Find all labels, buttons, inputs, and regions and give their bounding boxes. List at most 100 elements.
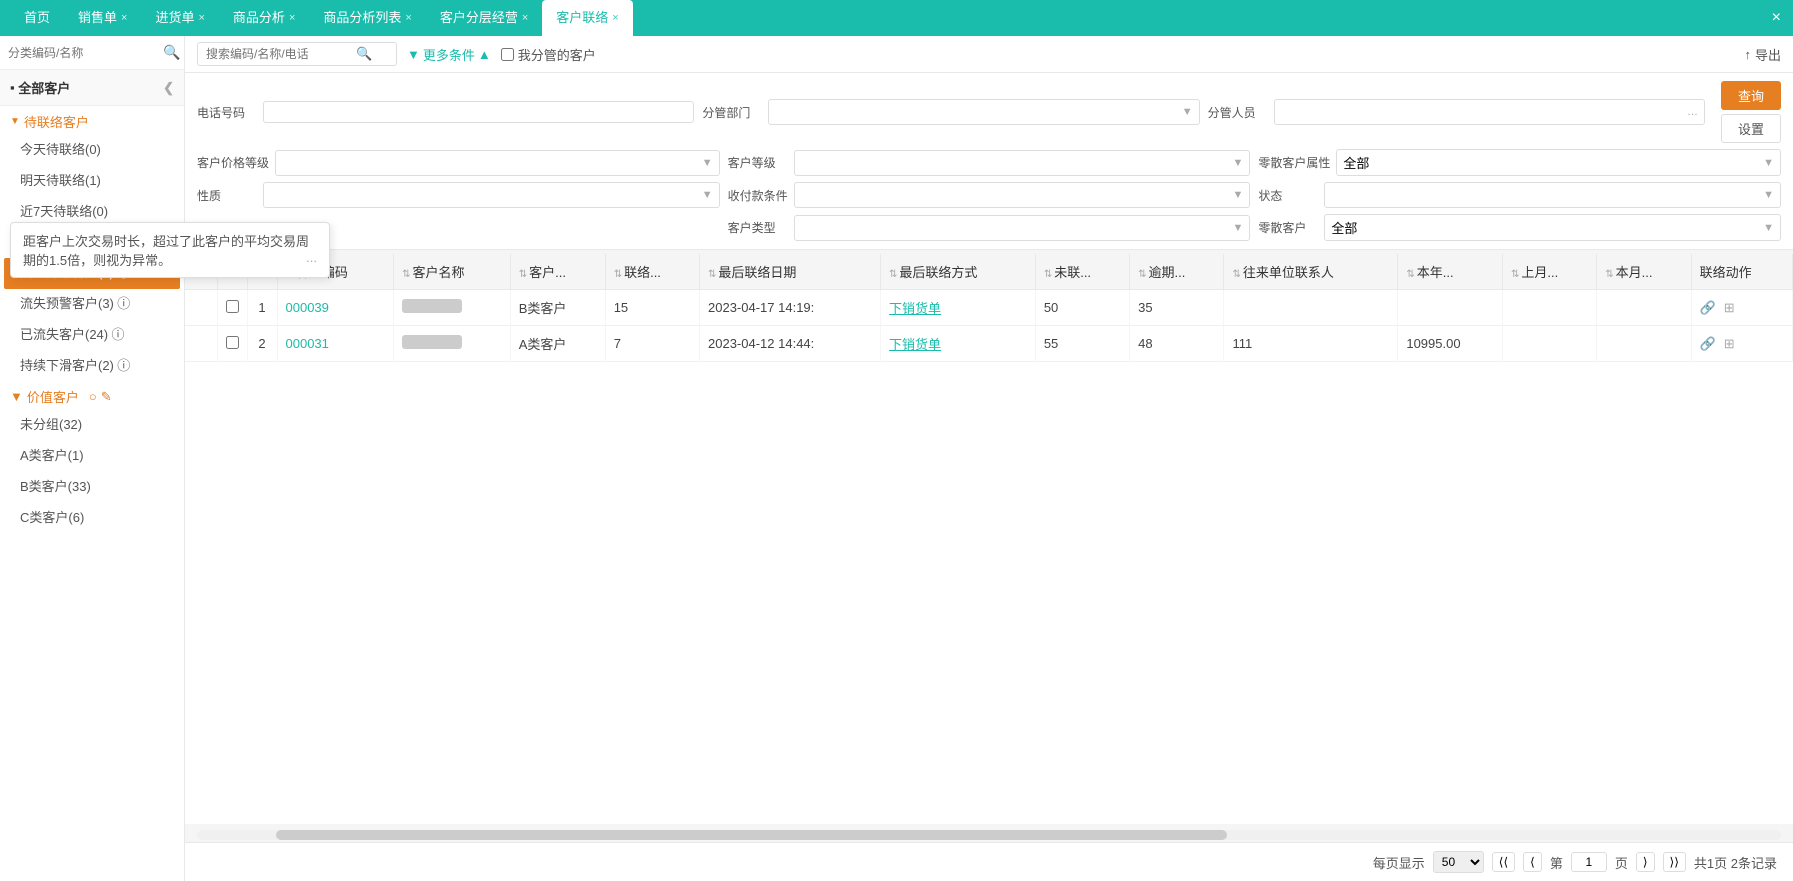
- sidebar-item-tomorrow[interactable]: 明天待联络(1): [0, 166, 184, 197]
- nav-purchase-order[interactable]: 进货单 ×: [141, 0, 218, 36]
- customer-type-arrow: ▼: [1232, 222, 1243, 234]
- customer-level-arrow: ▼: [1232, 157, 1243, 169]
- row1-no-contact: 50: [1035, 290, 1129, 326]
- sidebar-item-a-class[interactable]: A类客户(1): [0, 441, 184, 472]
- my-customers-checkbox[interactable]: [501, 48, 514, 61]
- row2-action-icons: 🔗 ⊞: [1700, 336, 1784, 352]
- row1-code[interactable]: 000039: [277, 290, 394, 326]
- customer-level-select[interactable]: ▼: [794, 150, 1251, 176]
- nav-close-purchase[interactable]: ×: [198, 0, 204, 36]
- nav-close-product-list[interactable]: ×: [405, 0, 411, 36]
- nav-close-tiering[interactable]: ×: [522, 0, 528, 36]
- filter-bar: 🔍 ▼ 更多条件 ▲ 我分管的客户 ↑ 导出: [185, 36, 1793, 73]
- row1-select[interactable]: [226, 300, 239, 313]
- col-unit-contact: 往来单位联系人: [1224, 254, 1398, 290]
- sidebar-item-churn-warning[interactable]: 流失预警客户(3) ⓘ: [0, 289, 184, 320]
- gender-arrow: ▼: [702, 189, 713, 201]
- filter-btn-group: 查询 设置: [1721, 81, 1781, 143]
- row1-type: B类客户: [510, 290, 605, 326]
- per-page-select[interactable]: 50 20 100: [1433, 851, 1484, 873]
- payment-select[interactable]: ▼: [794, 182, 1251, 208]
- sidebar-item-b-class[interactable]: B类客户(33): [0, 472, 184, 503]
- retail-attr-select[interactable]: 全部 ▼: [1336, 149, 1781, 176]
- page-label: 第: [1550, 853, 1563, 872]
- filter-row-1: 电话号码 分管部门 ▼ 分管人员 …: [197, 81, 1781, 143]
- row2-code[interactable]: 000031: [277, 326, 394, 362]
- row2-select[interactable]: [226, 336, 239, 349]
- dept-label: 分管部门: [702, 104, 762, 121]
- row2-actions: 🔗 ⊞: [1691, 326, 1792, 362]
- dept-select[interactable]: ▼: [768, 99, 1199, 125]
- price-level-arrow: ▼: [702, 157, 713, 169]
- manager-select[interactable]: …: [1274, 99, 1705, 125]
- col-last-contact-method: 最后联络方式: [881, 254, 1036, 290]
- sidebar-search-icon: 🔍: [163, 44, 180, 61]
- row2-method-link[interactable]: 下销货单: [889, 337, 941, 352]
- row2-unit-contact: 111: [1224, 326, 1398, 362]
- edit-icon[interactable]: ✎: [101, 389, 112, 405]
- nav-product-analysis[interactable]: 商品分析 ×: [219, 0, 309, 36]
- page-input[interactable]: [1571, 852, 1607, 872]
- filter-cell-dept: 分管部门 ▼: [702, 99, 1199, 125]
- window-close-button[interactable]: ×: [1772, 9, 1781, 27]
- search-icon: 🔍: [356, 46, 372, 62]
- row1-checkbox: [217, 290, 247, 326]
- status-arrow: ▼: [1763, 189, 1774, 201]
- row2-link-icon[interactable]: 🔗: [1700, 336, 1716, 352]
- scroll-thumb[interactable]: [276, 830, 1226, 840]
- row1-link-icon[interactable]: 🔗: [1700, 300, 1716, 316]
- more-conditions-btn[interactable]: ▼ 更多条件 ▲: [407, 45, 491, 64]
- last-page-btn[interactable]: ⟩⟩: [1663, 852, 1686, 872]
- export-button[interactable]: ↑ 导出: [1744, 45, 1781, 64]
- sidebar-collapse-btn[interactable]: ❮: [163, 80, 174, 96]
- row1-grid-icon[interactable]: ⊞: [1724, 300, 1735, 316]
- row1-contact-count: 15: [605, 290, 699, 326]
- nav-customer-tiering[interactable]: 客户分层经营 ×: [426, 0, 542, 36]
- gender-select[interactable]: ▼: [263, 182, 720, 208]
- table-header-row: ⚙ 客户编码 客户名称 客户... 联络... 最后联络日期 最后联络方式 未联…: [185, 254, 1793, 290]
- sidebar-item-churned[interactable]: 已流失客户(24) ⓘ: [0, 320, 184, 351]
- phone-input[interactable]: [263, 101, 694, 123]
- row2-overdue: 48: [1130, 326, 1224, 362]
- sidebar-item-today[interactable]: 今天待联络(0): [0, 135, 184, 166]
- col-last-contact-date: 最后联络日期: [700, 254, 881, 290]
- payment-arrow: ▼: [1232, 189, 1243, 201]
- nav-product-analysis-list[interactable]: 商品分析列表 ×: [309, 0, 425, 36]
- row2-grid-icon[interactable]: ⊞: [1724, 336, 1735, 352]
- prev-page-btn[interactable]: ⟨: [1523, 852, 1542, 872]
- horizontal-scrollbar[interactable]: [197, 830, 1781, 840]
- nav-close-contact[interactable]: ×: [612, 0, 618, 36]
- first-page-btn[interactable]: ⟨⟨: [1492, 852, 1515, 872]
- filter-icon: ▼: [407, 47, 420, 62]
- sidebar-item-declining[interactable]: 持续下滑客户(2) ⓘ: [0, 351, 184, 382]
- row1-this-month: [1597, 290, 1691, 326]
- col-no-contact: 未联...: [1035, 254, 1129, 290]
- nav-close-sales[interactable]: ×: [121, 0, 127, 36]
- next-page-btn[interactable]: ⟩: [1636, 852, 1655, 872]
- sidebar-item-c-class[interactable]: C类客户(6): [0, 503, 184, 534]
- customer-type-select[interactable]: ▼: [794, 215, 1251, 241]
- sidebar-value-group[interactable]: ▼ 价值客户 ○ ✎: [0, 381, 184, 410]
- total-records-label: 共1页 2条记录: [1694, 853, 1777, 872]
- retail-attr-arrow: ▼: [1763, 157, 1774, 169]
- nav-customer-contact[interactable]: 客户联络 ×: [542, 0, 632, 36]
- row2-contact-count: 7: [605, 326, 699, 362]
- settings-button[interactable]: 设置: [1721, 114, 1781, 143]
- col-contact-count: 联络...: [605, 254, 699, 290]
- price-level-select[interactable]: ▼: [275, 150, 720, 176]
- sidebar-all-customers[interactable]: ▪ 全部客户 ❮: [0, 70, 184, 106]
- row1-method-link[interactable]: 下销货单: [889, 301, 941, 316]
- search-input[interactable]: [206, 47, 356, 61]
- nav-home[interactable]: 首页: [10, 0, 64, 36]
- retail-customer-select[interactable]: 全部 ▼: [1324, 214, 1781, 241]
- query-button[interactable]: 查询: [1721, 81, 1781, 110]
- sidebar-group-pending[interactable]: ▼ 待联络客户: [0, 106, 184, 135]
- col-type: 客户...: [510, 254, 605, 290]
- nav-close-product-analysis[interactable]: ×: [289, 0, 295, 36]
- nav-sales-order[interactable]: 销售单 ×: [64, 0, 141, 36]
- payment-label: 收付款条件: [728, 187, 788, 204]
- sidebar-search-input[interactable]: [8, 46, 163, 60]
- status-select[interactable]: ▼: [1324, 182, 1781, 208]
- sidebar-item-ungrouped[interactable]: 未分组(32): [0, 410, 184, 441]
- row2-type: A类客户: [510, 326, 605, 362]
